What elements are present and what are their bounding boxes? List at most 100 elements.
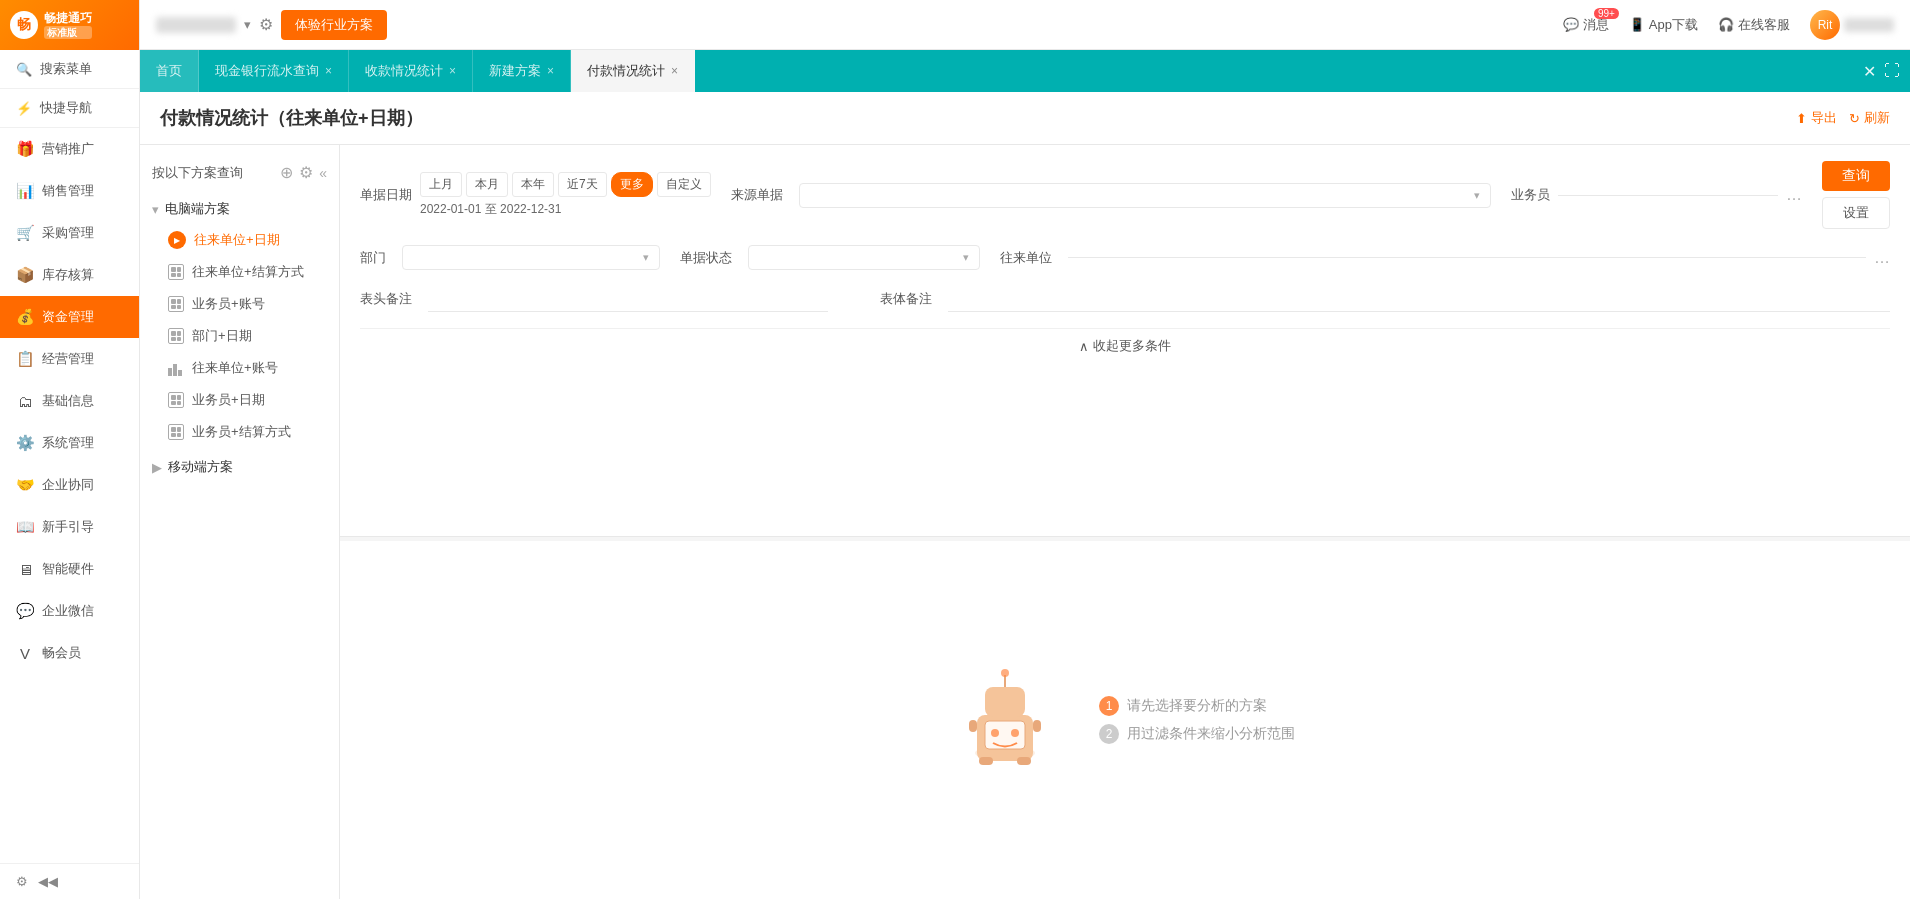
empty-tips: 1 请先选择要分析的方案 2 用过滤条件来缩小分析范围 [1099, 696, 1295, 744]
content-actions: ⬆ 导出 ↻ 刷新 [1796, 109, 1890, 127]
export-icon: ⬆ [1796, 111, 1807, 126]
tab-payment-stat-close[interactable]: × [449, 64, 456, 78]
doc-status-select[interactable]: ▾ [748, 245, 980, 270]
filter-panel: 单据日期 上月 本月 本年 近7天 更多 自定义 2022-01-01 至 20… [340, 145, 1910, 537]
date-btn-this-year[interactable]: 本年 [512, 172, 554, 197]
tab-payment-detail-close[interactable]: × [671, 64, 678, 78]
purchase-icon: 🛒 [16, 224, 34, 242]
scheme-icon-staff-date [168, 392, 184, 408]
tab-new-scheme-label: 新建方案 [489, 62, 541, 80]
date-btn-custom[interactable]: 自定义 [657, 172, 711, 197]
scheme-label-staff-settle: 业务员+结算方式 [192, 423, 291, 441]
svg-rect-10 [979, 757, 993, 765]
body-note-input[interactable] [948, 286, 1890, 312]
scheme-settings-icon[interactable]: ⚙ [299, 163, 313, 182]
svg-rect-9 [1033, 720, 1041, 732]
sidebar-item-hardware[interactable]: 🖥 智能硬件 [0, 548, 139, 590]
scheme-item-partner-account[interactable]: 往来单位+账号 [140, 352, 339, 384]
sidebar-item-inventory[interactable]: 📦 库存核算 [0, 254, 139, 296]
panel-collapse-icon[interactable]: « [319, 165, 327, 181]
left-panel-title: 按以下方案查询 [152, 164, 243, 182]
collapse-label: 收起更多条件 [1093, 337, 1171, 355]
sidebar-item-search-menu[interactable]: 🔍 搜索菜单 [0, 50, 139, 89]
header-note-input[interactable] [428, 286, 828, 312]
scheme-item-staff-date[interactable]: 业务员+日期 [140, 384, 339, 416]
sidebar-label-finance: 资金管理 [42, 308, 94, 326]
sidebar-label-system: 系统管理 [42, 434, 94, 452]
content-header: 付款情况统计（往来单位+日期） ⬆ 导出 ↻ 刷新 [140, 92, 1910, 145]
refresh-icon: ↻ [1849, 111, 1860, 126]
user-name [1844, 18, 1894, 32]
source-select-arrow: ▾ [1474, 189, 1480, 202]
sidebar-label-wechat: 企业微信 [42, 602, 94, 620]
main-content-wrapper: 单据日期 上月 本月 本年 近7天 更多 自定义 2022-01-01 至 20… [340, 145, 1910, 899]
tab-payment-detail[interactable]: 付款情况统计 × [571, 50, 695, 92]
topbar-dropdown-arrow[interactable]: ▾ [244, 17, 251, 32]
sidebar-item-marketing[interactable]: 🎁 营销推广 [0, 128, 139, 170]
sidebar-item-guide[interactable]: 📖 新手引导 [0, 506, 139, 548]
topbar-right: 💬 消息 99+ 📱 App下载 🎧 在线客服 Rit [1563, 10, 1894, 40]
scheme-item-partner-settle[interactable]: 往来单位+结算方式 [140, 256, 339, 288]
tab-home-label: 首页 [156, 62, 182, 80]
collapse-more-btn[interactable]: ∧ 收起更多条件 [360, 328, 1890, 363]
pc-scheme-group-title[interactable]: ▾ 电脑端方案 [140, 194, 339, 224]
cooperation-icon: 🤝 [16, 476, 34, 494]
sidebar-item-operation[interactable]: 📋 经营管理 [0, 338, 139, 380]
tab-fullscreen-icon[interactable]: ⛶ [1884, 62, 1900, 80]
scheme-item-staff-settle[interactable]: 业务员+结算方式 [140, 416, 339, 448]
logo-icon: 畅 [10, 11, 38, 39]
scheme-item-partner-date[interactable]: 往来单位+日期 [140, 224, 339, 256]
refresh-btn[interactable]: ↻ 刷新 [1849, 109, 1890, 127]
sidebar-item-purchase[interactable]: 🛒 采购管理 [0, 212, 139, 254]
date-btn-last-month[interactable]: 上月 [420, 172, 462, 197]
sidebar-item-sales[interactable]: 📊 销售管理 [0, 170, 139, 212]
staff-more-icon[interactable]: … [1786, 186, 1802, 204]
scheme-item-staff-account[interactable]: 业务员+账号 [140, 288, 339, 320]
empty-content: 1 请先选择要分析的方案 2 用过滤条件来缩小分析范围 [955, 665, 1295, 775]
date-btn-7days[interactable]: 近7天 [558, 172, 607, 197]
partner-more-icon[interactable]: … [1874, 249, 1890, 267]
sidebar-item-wechat[interactable]: 💬 企业微信 [0, 590, 139, 632]
tabbar-actions: ✕ ⛶ [1853, 50, 1910, 92]
main-area: ▾ ⚙ 体验行业方案 💬 消息 99+ 📱 App下载 🎧 在线客服 Rit [140, 0, 1910, 899]
sidebar-item-cooperation[interactable]: 🤝 企业协同 [0, 464, 139, 506]
topbar-gear-icon[interactable]: ⚙ [259, 15, 273, 34]
page-title: 付款情况统计（往来单位+日期） [160, 106, 423, 130]
date-btn-more[interactable]: 更多 [611, 172, 653, 197]
dept-select[interactable]: ▾ [402, 245, 660, 270]
sidebar-item-member[interactable]: V 畅会员 [0, 632, 139, 674]
date-btn-this-month[interactable]: 本月 [466, 172, 508, 197]
guide-icon: 📖 [16, 518, 34, 536]
body-note-label: 表体备注 [880, 290, 932, 308]
tab-home[interactable]: 首页 [140, 50, 199, 92]
topbar-left: ▾ ⚙ 体验行业方案 [156, 10, 387, 40]
query-btn[interactable]: 查询 [1822, 161, 1890, 191]
trial-btn[interactable]: 体验行业方案 [281, 10, 387, 40]
sidebar-label-member: 畅会员 [42, 644, 81, 662]
topbar-message-btn[interactable]: 💬 消息 99+ [1563, 16, 1609, 34]
add-scheme-icon[interactable]: ⊕ [280, 163, 293, 182]
tab-close-all-icon[interactable]: ✕ [1863, 62, 1876, 81]
svg-rect-2 [985, 721, 1025, 749]
tab-bank-flow-close[interactable]: × [325, 64, 332, 78]
tab-payment-stat[interactable]: 收款情况统计 × [349, 50, 473, 92]
sidebar-settings-icon[interactable]: ⚙ [16, 874, 28, 889]
tab-new-scheme[interactable]: 新建方案 × [473, 50, 571, 92]
filter-row-1: 单据日期 上月 本月 本年 近7天 更多 自定义 2022-01-01 至 20… [360, 161, 1890, 229]
sidebar-collapse-icon[interactable]: ◀◀ [38, 874, 58, 889]
tab-bank-flow[interactable]: 现金银行流水查询 × [199, 50, 349, 92]
topbar-app-download-btn[interactable]: 📱 App下载 [1629, 16, 1698, 34]
search-icon: 🔍 [16, 62, 32, 77]
sidebar-item-finance[interactable]: 💰 资金管理 [0, 296, 139, 338]
sidebar-item-system[interactable]: ⚙️ 系统管理 [0, 422, 139, 464]
mobile-scheme-group-title[interactable]: ▶ 移动端方案 [140, 452, 339, 482]
sidebar-item-quick-nav[interactable]: ⚡ 快捷导航 [0, 89, 139, 128]
source-select[interactable]: ▾ [799, 183, 1491, 208]
tab-new-scheme-close[interactable]: × [547, 64, 554, 78]
topbar-service-btn[interactable]: 🎧 在线客服 [1718, 16, 1790, 34]
export-btn[interactable]: ⬆ 导出 [1796, 109, 1837, 127]
user-info[interactable]: Rit [1810, 10, 1894, 40]
sidebar-item-basic-info[interactable]: 🗂 基础信息 [0, 380, 139, 422]
scheme-item-dept-date[interactable]: 部门+日期 [140, 320, 339, 352]
settings-btn[interactable]: 设置 [1822, 197, 1890, 229]
